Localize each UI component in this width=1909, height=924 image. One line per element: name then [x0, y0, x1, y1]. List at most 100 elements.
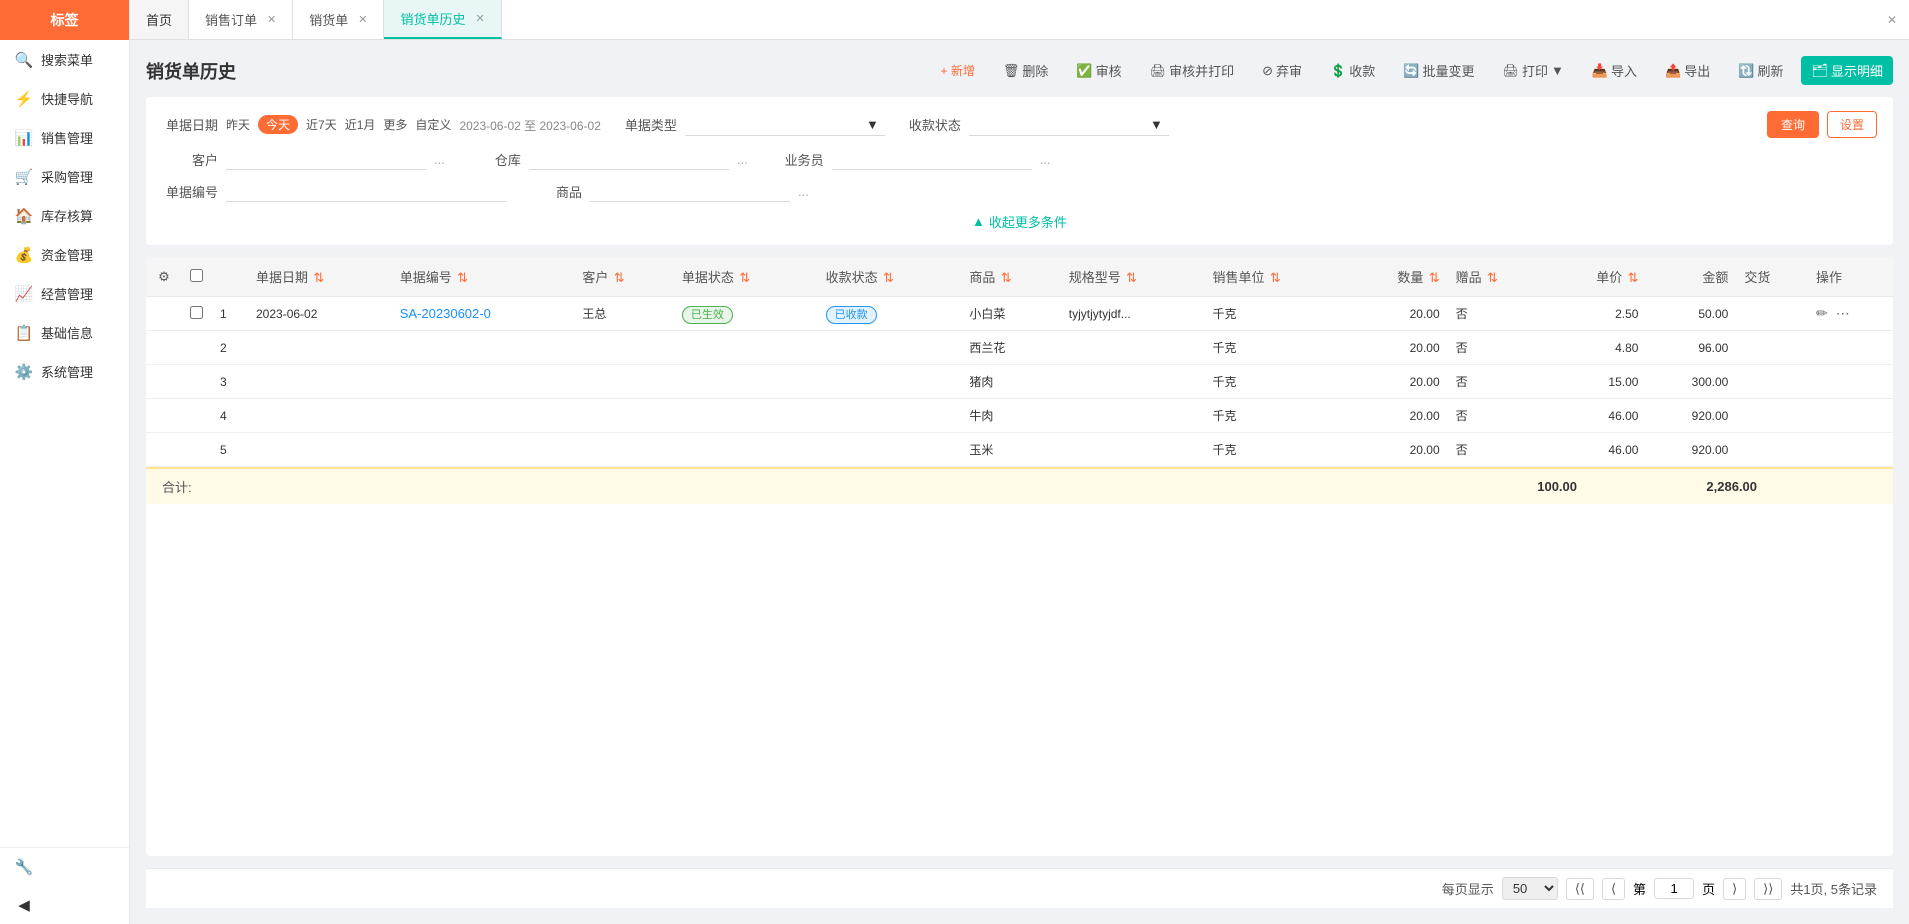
sidebar-collapse-btn[interactable]: ◀ — [0, 886, 129, 924]
sales-mgmt-icon: 📊 — [15, 129, 33, 147]
cell-settings — [146, 399, 182, 433]
col-product[interactable]: 商品 ⇅ — [961, 257, 1060, 297]
main-area: 首页 销售订单 ✕ 销货单 ✕ 销货单历史 ✕ ✕ 销货单历史 + 新增 🗑 删… — [130, 0, 1909, 924]
prev-page-btn[interactable]: ⟨ — [1602, 878, 1625, 900]
sidebar-item-sales-mgmt[interactable]: 📊 销售管理 — [0, 118, 129, 157]
refresh-button[interactable]: 🔃 刷新 — [1728, 56, 1793, 85]
tab-sales-history-close[interactable]: ✕ — [476, 12, 485, 25]
sidebar-bottom-settings[interactable]: 🔧 — [0, 848, 129, 886]
shortcut-more[interactable]: 更多 — [383, 116, 407, 133]
col-doc-date[interactable]: 单据日期 ⇅ — [248, 257, 392, 297]
collect-button[interactable]: 💲 收款 — [1320, 56, 1385, 85]
select-all-checkbox[interactable] — [190, 269, 203, 282]
sidebar-item-purchase-mgmt[interactable]: 🛒 采购管理 — [0, 157, 129, 196]
customer-input[interactable] — [226, 148, 426, 170]
filter-setting-button[interactable]: 设置 — [1827, 111, 1877, 138]
tab-home[interactable]: 首页 — [130, 0, 189, 39]
shortcut-yesterday[interactable]: 昨天 — [226, 116, 250, 133]
export-button[interactable]: 📤 导出 — [1655, 56, 1720, 85]
col-spec-type-sort: ⇅ — [1126, 270, 1137, 285]
first-page-btn[interactable]: ⟨⟨ — [1566, 878, 1594, 900]
table-settings-icon[interactable]: ⚙ — [158, 269, 170, 284]
doc-no-input[interactable] — [226, 180, 506, 202]
edit-icon[interactable]: ✏ — [1816, 305, 1828, 322]
customer-ellipsis[interactable]: ... — [434, 152, 445, 167]
cell-amount: 920.00 — [1646, 399, 1736, 433]
tab-sales-order[interactable]: 销售订单 ✕ — [189, 0, 293, 39]
warehouse-ellipsis[interactable]: ... — [737, 152, 748, 167]
last-page-btn[interactable]: ⟩⟩ — [1754, 878, 1782, 900]
col-customer[interactable]: 客户 ⇅ — [574, 257, 673, 297]
next-page-btn[interactable]: ⟩ — [1723, 878, 1746, 900]
display-detail-button[interactable]: 🗂 显示明细 — [1801, 56, 1893, 85]
query-button[interactable]: 查询 — [1767, 111, 1819, 138]
review-print-button[interactable]: 🖨 审核并打印 — [1140, 56, 1245, 85]
tab-close-all[interactable]: ✕ — [1875, 0, 1909, 39]
shortcut-7days[interactable]: 近7天 — [306, 116, 337, 133]
review-button[interactable]: ✅ 审核 — [1066, 56, 1131, 85]
col-gift[interactable]: 赠品 ⇅ — [1448, 257, 1547, 297]
batch-change-button[interactable]: 🔄 批量变更 — [1393, 56, 1484, 85]
collapse-filter-btn[interactable]: ▲ 收起更多条件 — [162, 212, 1877, 231]
delete-button[interactable]: 🗑 删除 — [993, 56, 1059, 85]
product-ellipsis[interactable]: ... — [798, 184, 809, 199]
cell-doc-no: SA-20230602-0 — [392, 297, 575, 331]
salesperson-ellipsis[interactable]: ... — [1040, 152, 1051, 167]
col-spec-type[interactable]: 规格型号 ⇅ — [1061, 257, 1205, 297]
col-collect-status[interactable]: 收款状态 ⇅ — [818, 257, 962, 297]
cell-collect-status: 已收款 — [818, 297, 962, 331]
row-checkbox[interactable] — [190, 306, 203, 319]
shortcut-1month[interactable]: 近1月 — [345, 116, 376, 133]
quick-nav-icon: ⚡ — [15, 90, 33, 108]
tab-sales-goods[interactable]: 销货单 ✕ — [293, 0, 384, 39]
col-doc-no[interactable]: 单据编号 ⇅ — [392, 257, 575, 297]
sidebar-item-inventory-calc[interactable]: 🏠 库存核算 — [0, 196, 129, 235]
cell-customer — [574, 331, 673, 365]
tab-sales-history[interactable]: 销货单历史 ✕ — [384, 0, 501, 39]
cell-unit-price: 15.00 — [1547, 365, 1646, 399]
col-doc-date-label: 单据日期 — [256, 270, 308, 285]
col-unit-price[interactable]: 单价 ⇅ — [1547, 257, 1646, 297]
sidebar-item-operations-mgmt[interactable]: 📈 经营管理 — [0, 274, 129, 313]
page-number-input[interactable] — [1654, 878, 1694, 899]
cell-settings — [146, 297, 182, 331]
col-quantity[interactable]: 数量 ⇅ — [1348, 257, 1447, 297]
product-input[interactable] — [590, 180, 790, 202]
sidebar-item-system-mgmt[interactable]: ⚙️ 系统管理 — [0, 352, 129, 391]
sidebar-item-quick-nav[interactable]: ⚡ 快捷导航 — [0, 79, 129, 118]
shortcut-custom[interactable]: 自定义 — [415, 116, 451, 133]
sidebar-item-basic-info[interactable]: 📋 基础信息 — [0, 313, 129, 352]
display-icon: 🗂 — [1811, 63, 1828, 79]
shortcut-today[interactable]: 今天 — [258, 115, 298, 134]
doc-type-select[interactable]: ▼ — [685, 114, 885, 136]
tab-sales-order-close[interactable]: ✕ — [267, 13, 276, 26]
col-sales-unit[interactable]: 销售单位 ⇅ — [1204, 257, 1348, 297]
more-icon[interactable]: ⋯ — [1836, 305, 1850, 322]
cell-quantity: 20.00 — [1348, 331, 1447, 365]
doc-no-link[interactable]: SA-20230602-0 — [400, 306, 491, 321]
col-product-sort: ⇅ — [1001, 270, 1012, 285]
cell-doc-date: 2023-06-02 — [248, 297, 392, 331]
cell-product: 牛肉 — [961, 399, 1060, 433]
col-doc-status[interactable]: 单据状态 ⇅ — [674, 257, 818, 297]
sidebar-item-search-menu[interactable]: 🔍 搜索菜单 — [0, 40, 129, 79]
delete-icon: 🗑 — [1003, 63, 1020, 79]
cell-collect-status — [818, 433, 962, 467]
col-action: 操作 — [1808, 257, 1893, 297]
sidebar-logo: 标签 — [0, 0, 129, 40]
col-doc-no-sort: ⇅ — [457, 270, 468, 285]
abandon-button[interactable]: ⊘ 弃审 — [1252, 56, 1312, 85]
new-button[interactable]: + 新增 — [931, 57, 985, 84]
import-button[interactable]: 📥 导入 — [1582, 56, 1647, 85]
cell-unit-price: 4.80 — [1547, 331, 1646, 365]
warehouse-label: 仓库 — [465, 150, 521, 169]
per-page-select[interactable]: 50 100 200 — [1502, 877, 1558, 900]
warehouse-input[interactable] — [529, 148, 729, 170]
col-settings[interactable]: ⚙ — [146, 257, 182, 297]
review-print-icon: 🖨 — [1150, 63, 1167, 79]
print-button[interactable]: 🖨 打印 ▼ — [1492, 56, 1573, 85]
sidebar-item-fund-mgmt[interactable]: 💰 资金管理 — [0, 235, 129, 274]
tab-sales-goods-close[interactable]: ✕ — [358, 13, 367, 26]
collect-status-select[interactable]: ▼ — [969, 114, 1169, 136]
salesperson-input[interactable] — [832, 148, 1032, 170]
